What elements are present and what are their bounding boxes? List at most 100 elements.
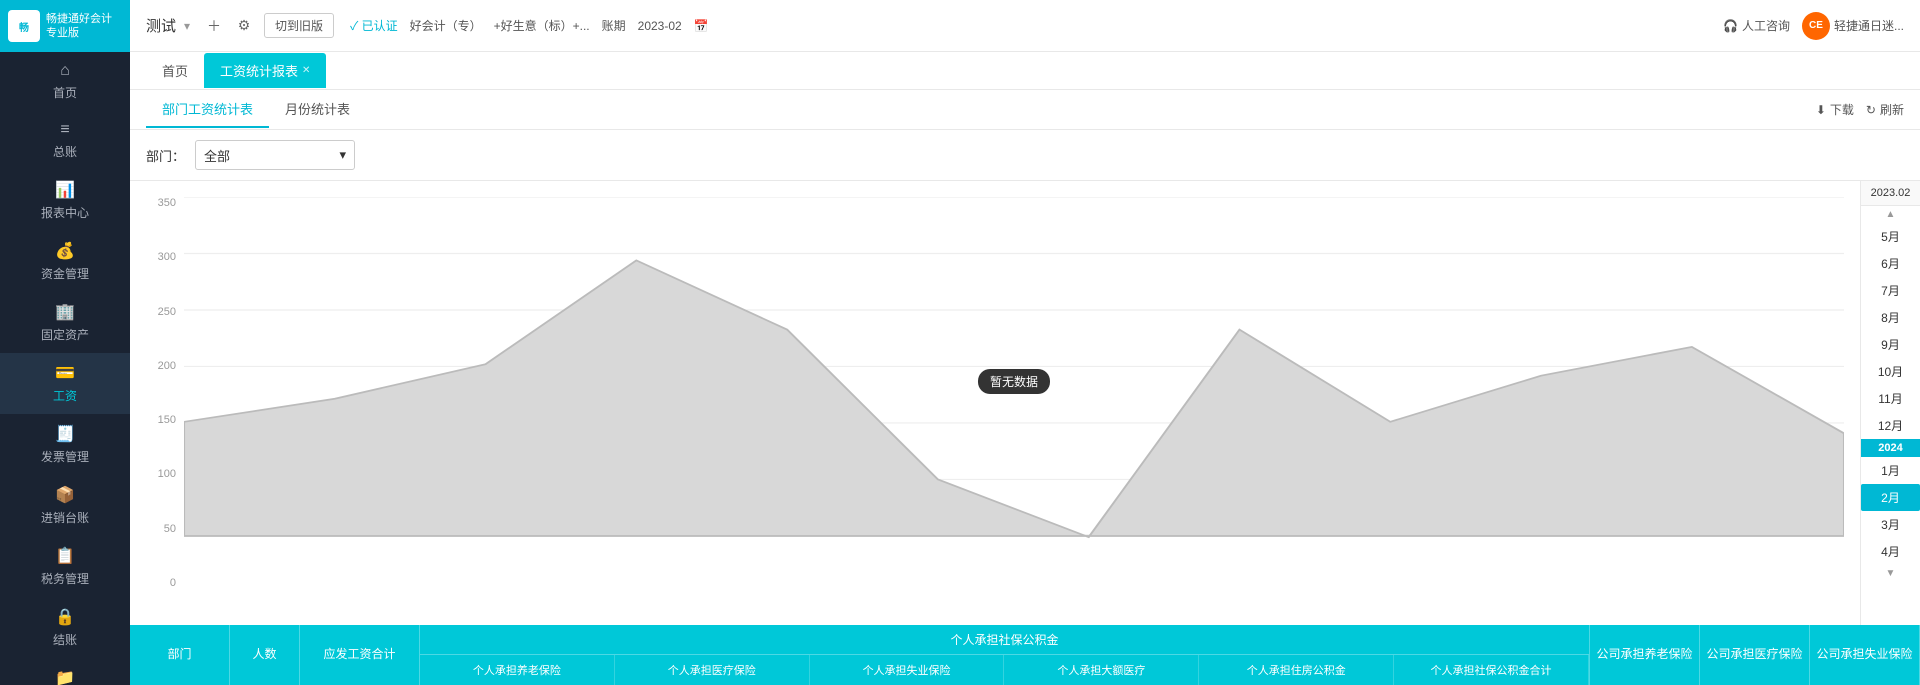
date-nav-down[interactable]: ▼ [1861, 565, 1920, 582]
funds-icon: 💰 [55, 241, 75, 261]
date-month-6[interactable]: 6月 [1861, 250, 1920, 277]
y-label-50: 50 [146, 523, 181, 535]
sidebar-item-home[interactable]: ⌂ 首页 [0, 52, 130, 111]
add-button[interactable]: ＋ [202, 14, 226, 38]
y-label-250: 250 [146, 306, 181, 318]
subtab-right: ⬇ 下载 ↻ 刷新 [1816, 101, 1904, 118]
avatar-initials: CE [1809, 20, 1823, 31]
sidebar-item-invoice[interactable]: 🧾 发票管理 [0, 414, 130, 475]
date-month-3[interactable]: 3月 [1861, 511, 1920, 538]
sidebar-item-reports[interactable]: 📊 报表中心 [0, 170, 130, 231]
headset-icon: 🎧 [1723, 19, 1738, 33]
sidebar-item-label: 资金管理 [41, 265, 89, 282]
th-company-pension: 公司承担养老保险 [1590, 625, 1700, 685]
date-month-9[interactable]: 9月 [1861, 331, 1920, 358]
tab-close-icon[interactable]: ✕ [302, 65, 310, 76]
dropdown-arrow-icon[interactable]: ▾ [184, 19, 190, 33]
sidebar-item-label: 首页 [53, 84, 77, 101]
date-month-2-active[interactable]: 2月 [1861, 484, 1920, 511]
y-label-350: 350 [146, 197, 181, 209]
download-button[interactable]: ⬇ 下载 [1816, 101, 1854, 118]
payroll-icon: 💳 [55, 363, 75, 383]
sidebar-item-inventory[interactable]: 📦 进销台账 [0, 475, 130, 536]
date-month-5[interactable]: 5月 [1861, 223, 1920, 250]
sidebar-nav: ⌂ 首页 ≡ 总账 📊 报表中心 💰 资金管理 🏢 固定资产 💳 工资 🧾 发票… [0, 52, 130, 685]
tab-home-label: 首页 [162, 61, 188, 80]
subtab-left: 部门工资统计表 月份统计表 [146, 91, 366, 128]
subtab-row: 部门工资统计表 月份统计表 ⬇ 下载 ↻ 刷新 [130, 90, 1920, 130]
date-month-1[interactable]: 1月 [1861, 457, 1920, 484]
tax-icon: 📋 [55, 546, 75, 566]
date-nav-up[interactable]: ▲ [1861, 206, 1920, 223]
sidebar-item-label: 报表中心 [41, 204, 89, 221]
date-month-4[interactable]: 4月 [1861, 538, 1920, 565]
th-headcount: 人数 [230, 625, 300, 685]
username-label: 轻捷通日迷... [1834, 17, 1904, 34]
subtab-dept-stats[interactable]: 部门工资统计表 [146, 91, 269, 128]
avatar: CE [1802, 12, 1830, 40]
sidebar-item-funds[interactable]: 💰 资金管理 [0, 231, 130, 292]
logo-text: 畅捷通好会计 专业版 [46, 12, 112, 41]
sidebar: 畅 畅捷通好会计 专业版 ⌂ 首页 ≡ 总账 📊 报表中心 💰 资金管理 🏢 固… [0, 0, 130, 685]
sidebar-item-label: 进销台账 [41, 509, 89, 526]
tab-payroll-stats[interactable]: 工资统计报表 ✕ [204, 53, 326, 88]
y-label-300: 300 [146, 251, 181, 263]
date-panel-header: 2023.02 [1861, 181, 1920, 206]
date-month-12[interactable]: 12月 [1861, 412, 1920, 439]
service-button[interactable]: 🎧 人工咨询 [1723, 17, 1790, 34]
sidebar-item-closing[interactable]: 🔒 结账 [0, 597, 130, 658]
refresh-button[interactable]: ↻ 刷新 [1866, 101, 1904, 118]
user-profile[interactable]: CE 轻捷通日迷... [1802, 12, 1904, 40]
topbar-right: 🎧 人工咨询 CE 轻捷通日迷... [1723, 12, 1904, 40]
department-select[interactable]: 全部 ▾ [195, 140, 355, 170]
logo-icon: 畅 [8, 10, 40, 42]
chart-area [184, 260, 1844, 537]
calendar-icon[interactable]: 📅 [694, 19, 709, 33]
subtab-monthly-stats[interactable]: 月份统计表 [269, 91, 366, 128]
reports-icon: 📊 [55, 180, 75, 200]
tab-home[interactable]: 首页 [146, 53, 204, 88]
th-company-unemployment: 公司承担失业保险 [1810, 625, 1920, 685]
old-version-button[interactable]: 切到旧版 [264, 13, 334, 38]
sidebar-item-payroll[interactable]: 💳 工资 [0, 353, 130, 414]
th-group-personal-header: 个人承担社保公积金 [420, 625, 1589, 655]
topbar: 测试 ▾ ＋ ⚙ 切到旧版 ✓ 已认证 好会计（专） +好生意（标）+... 账… [130, 0, 1920, 52]
download-icon: ⬇ [1816, 103, 1826, 117]
sidebar-item-label: 总账 [53, 143, 77, 160]
date-month-11[interactable]: 11月 [1861, 385, 1920, 412]
business-status: +好生意（标）+... [494, 17, 590, 34]
topbar-actions: ＋ ⚙ [202, 14, 256, 38]
sidebar-item-tax[interactable]: 📋 税务管理 [0, 536, 130, 597]
th-personal-pension: 个人承担养老保险 [420, 655, 615, 685]
sidebar-item-ledger[interactable]: ≡ 总账 [0, 111, 130, 170]
service-label: 人工咨询 [1742, 17, 1790, 34]
y-label-0: 0 [146, 577, 181, 589]
sidebar-item-label: 税务管理 [41, 570, 89, 587]
sidebar-item-label: 发票管理 [41, 448, 89, 465]
th-personal-medical: 个人承担医疗保险 [615, 655, 810, 685]
invoice-icon: 🧾 [55, 424, 75, 444]
date-month-7[interactable]: 7月 [1861, 277, 1920, 304]
th-personal-total: 个人承担社保公积金合计 [1394, 655, 1589, 685]
archive-icon: 📁 [55, 668, 75, 685]
date-month-10[interactable]: 10月 [1861, 358, 1920, 385]
th-company-medical: 公司承担医疗保险 [1700, 625, 1810, 685]
verified-status: ✓ 已认证 [350, 17, 398, 34]
ledger-icon: ≡ [60, 121, 69, 139]
period-value: 2023-02 [638, 19, 682, 33]
refresh-icon: ↻ [1866, 103, 1876, 117]
period-label: 账期 [602, 17, 626, 34]
settings-button[interactable]: ⚙ [232, 14, 256, 38]
y-label-200: 200 [146, 360, 181, 372]
accountant-status: 好会计（专） [410, 17, 482, 34]
sidebar-item-assets[interactable]: 🏢 固定资产 [0, 292, 130, 353]
th-personal-unemployment: 个人承担失业保险 [810, 655, 1005, 685]
th-personal-housing: 个人承担住房公积金 [1199, 655, 1394, 685]
sidebar-item-label: 工资 [53, 387, 77, 404]
content-body: 0 50 100 150 200 250 300 350 [130, 181, 1920, 625]
y-label-150: 150 [146, 414, 181, 426]
date-month-8[interactable]: 8月 [1861, 304, 1920, 331]
table-header: 部门 人数 应发工资合计 个人承担社保公积金 个人承担养老保险 个人承担医疗保险… [130, 625, 1920, 685]
subtab-dept-label: 部门工资统计表 [162, 102, 253, 117]
sidebar-item-archive[interactable]: 📁 归档管理 [0, 658, 130, 685]
